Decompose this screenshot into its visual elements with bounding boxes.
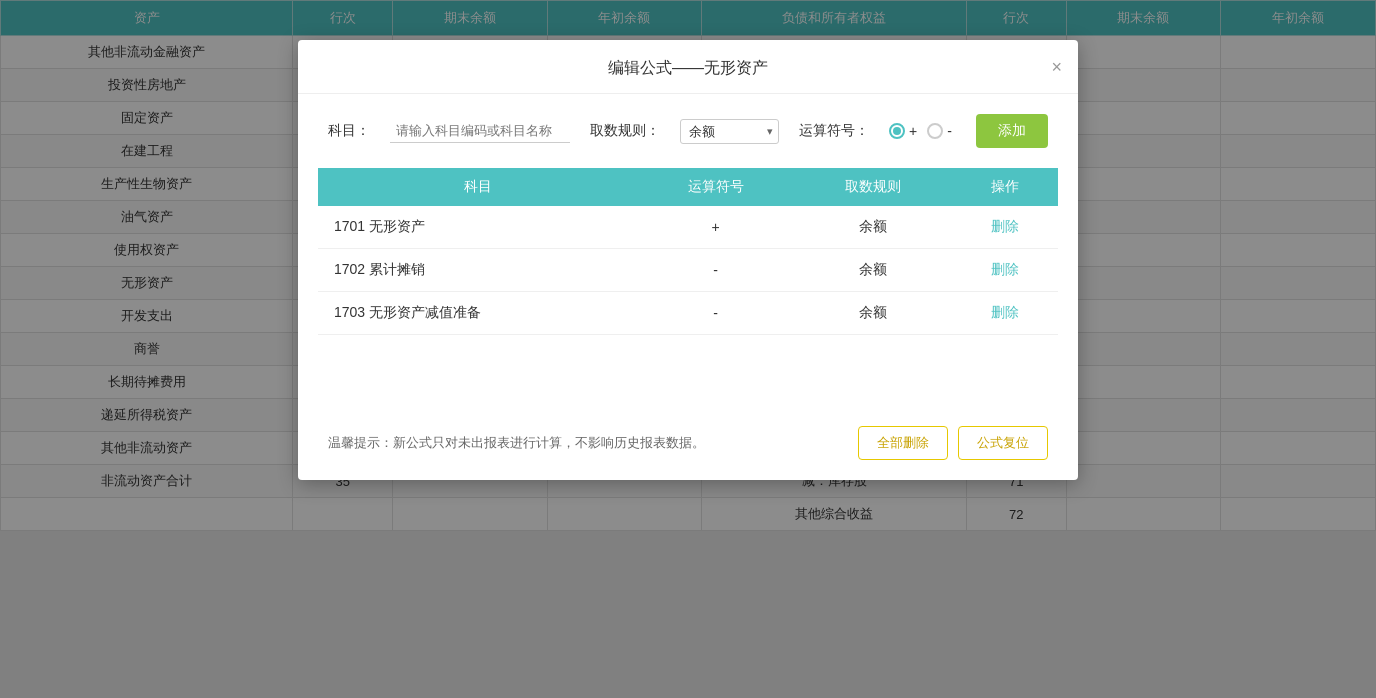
formula-action: 删除 <box>951 206 1058 249</box>
subject-label: 科目： <box>328 122 370 140</box>
radio-minus-circle[interactable] <box>927 123 943 139</box>
modal-dialog: 编辑公式——无形资产 × 科目： 取数规则： 余额 借方 贷方 借方发生额 贷方… <box>298 40 1078 480</box>
formula-operator: - <box>637 249 794 292</box>
operator-minus-radio[interactable]: - <box>927 123 952 139</box>
formula-table-body: 1701 无形资产+余额删除1702 累计摊销-余额删除1703 无形资产减值准… <box>318 206 1058 335</box>
th-rule: 取数规则 <box>794 168 951 206</box>
th-action: 操作 <box>951 168 1058 206</box>
delete-all-button[interactable]: 全部删除 <box>858 426 948 460</box>
table-header-row: 科目 运算符号 取数规则 操作 <box>318 168 1058 206</box>
formula-action: 删除 <box>951 249 1058 292</box>
table-row: 1703 无形资产减值准备-余额 删除 <box>318 292 1058 335</box>
modal-title: 编辑公式——无形资产 <box>608 58 768 79</box>
operator-label: 运算符号： <box>799 122 869 140</box>
formula-subject: 1701 无形资产 <box>318 206 637 249</box>
formula-rule: 余额 <box>794 206 951 249</box>
th-subject: 科目 <box>318 168 637 206</box>
modal-header: 编辑公式——无形资产 × <box>298 40 1078 94</box>
modal-footer: 温馨提示：新公式只对未出报表进行计算，不影响历史报表数据。 全部删除 公式复位 <box>298 406 1078 480</box>
radio-plus-circle[interactable] <box>889 123 905 139</box>
table-row: 1702 累计摊销-余额 删除 <box>318 249 1058 292</box>
operator-radio-group: + - <box>889 123 952 139</box>
page-container: 资产 行次 期末余额 年初余额 负债和所有者权益 行次 期末余额 年初余额 其他… <box>0 0 1376 698</box>
modal-table-wrap: 科目 运算符号 取数规则 操作 1701 无形资产+余额删除1702 累计摊销-… <box>298 168 1078 406</box>
formula-subject: 1703 无形资产减值准备 <box>318 292 637 335</box>
reset-formula-button[interactable]: 公式复位 <box>958 426 1048 460</box>
operator-plus-label: + <box>909 123 917 139</box>
tip-text: 温馨提示：新公式只对未出报表进行计算，不影响历史报表数据。 <box>328 434 705 452</box>
footer-buttons: 全部删除 公式复位 <box>858 426 1048 460</box>
delete-link[interactable]: 删除 <box>991 218 1019 234</box>
delete-link[interactable]: 删除 <box>991 261 1019 277</box>
formula-rule: 余额 <box>794 292 951 335</box>
formula-operator: + <box>637 206 794 249</box>
formula-action: 删除 <box>951 292 1058 335</box>
th-operator: 运算符号 <box>637 168 794 206</box>
formula-rule: 余额 <box>794 249 951 292</box>
operator-plus-radio[interactable]: + <box>889 123 917 139</box>
subject-input[interactable] <box>390 119 570 143</box>
operator-minus-label: - <box>947 123 952 139</box>
modal-close-button[interactable]: × <box>1051 58 1062 76</box>
form-row: 科目： 取数规则： 余额 借方 贷方 借方发生额 贷方发生额 运算符号： <box>298 94 1078 168</box>
delete-link[interactable]: 删除 <box>991 304 1019 320</box>
rule-select[interactable]: 余额 借方 贷方 借方发生额 贷方发生额 <box>680 119 779 144</box>
modal-overlay: 编辑公式——无形资产 × 科目： 取数规则： 余额 借方 贷方 借方发生额 贷方… <box>0 0 1376 698</box>
formula-operator: - <box>637 292 794 335</box>
rule-select-wrap: 余额 借方 贷方 借方发生额 贷方发生额 <box>680 119 779 144</box>
rule-label: 取数规则： <box>590 122 660 140</box>
formula-subject: 1702 累计摊销 <box>318 249 637 292</box>
table-row: 1701 无形资产+余额 删除 <box>318 206 1058 249</box>
formula-table: 科目 运算符号 取数规则 操作 1701 无形资产+余额删除1702 累计摊销-… <box>318 168 1058 335</box>
add-button[interactable]: 添加 <box>976 114 1048 148</box>
